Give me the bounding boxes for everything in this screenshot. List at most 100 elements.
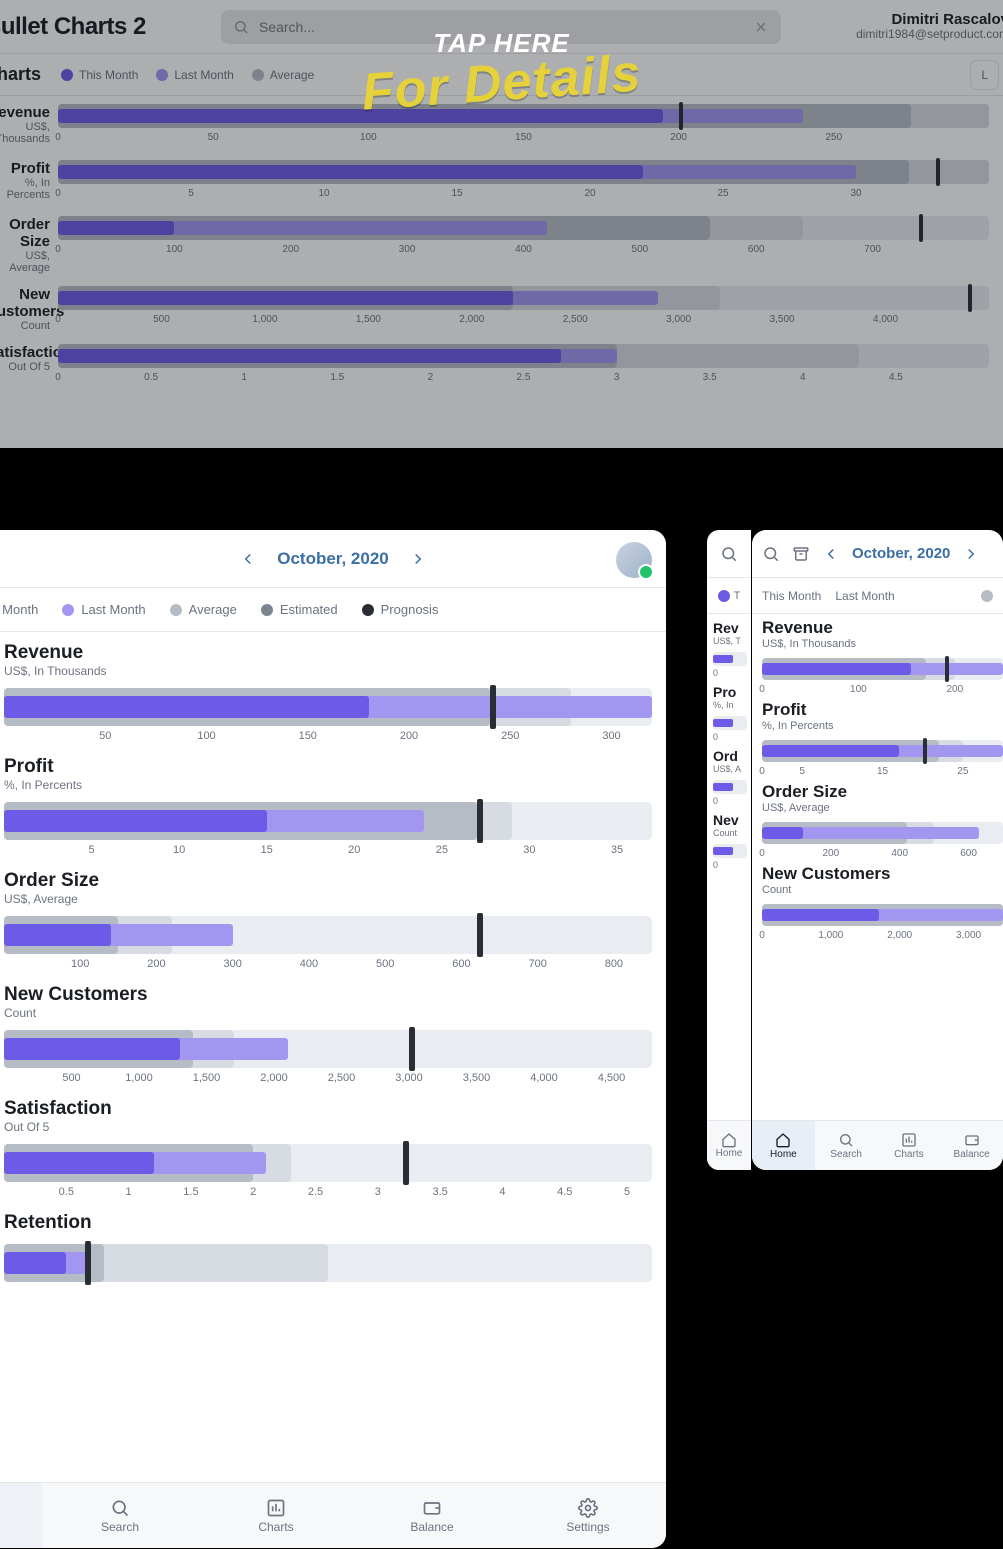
dot-icon: [981, 590, 993, 602]
archive-icon[interactable]: [792, 545, 810, 563]
metric-label: Profit: [762, 700, 1003, 720]
axis-ticks: 05001,0001,5002,0002,5003,0003,5004,000: [58, 314, 989, 330]
search-icon: [110, 1498, 130, 1518]
metric-label: RevenueUS$, Thousands: [0, 104, 58, 145]
bullet-track[interactable]: [4, 1144, 652, 1182]
tab-charts[interactable]: Charts: [198, 1483, 354, 1548]
tab-search[interactable]: Search: [42, 1483, 198, 1548]
search-icon: [233, 19, 249, 35]
bullet-track[interactable]: [4, 802, 652, 840]
dot-icon: [61, 69, 73, 81]
metric-label: SatisfactionOut Of 5: [0, 1098, 652, 1134]
search-field[interactable]: [221, 10, 781, 44]
legend-last-month: Last Month: [835, 589, 894, 603]
bullet-track[interactable]: [4, 1244, 652, 1282]
dot-icon: [156, 69, 168, 81]
axis-ticks: 5001,0001,5002,0002,5003,0003,5004,0004,…: [4, 1072, 652, 1092]
tab-charts[interactable]: Charts: [878, 1121, 941, 1170]
tab-search[interactable]: Search: [815, 1121, 878, 1170]
bullet-track[interactable]: [762, 822, 1003, 844]
metric-label: SatisfactionOut Of 5: [0, 344, 58, 373]
axis-ticks: 051015202530: [58, 188, 989, 204]
bullet-track[interactable]: [762, 658, 1003, 680]
axis-ticks: 0100200: [762, 684, 1003, 700]
bullet-track[interactable]: [4, 1030, 652, 1068]
bullet-row: Order SizeUS$, Average 01002003004005006…: [0, 208, 1003, 278]
dot-icon: [362, 604, 374, 616]
metric-label: Revenue: [762, 618, 1003, 638]
gear-icon: [578, 1498, 598, 1518]
search-icon[interactable]: [762, 545, 780, 563]
tab-settings[interactable]: Settings: [510, 1483, 666, 1548]
tab-home[interactable]: Home: [752, 1121, 815, 1170]
wallet-icon: [964, 1132, 980, 1148]
metric-label: Profit%, In Percents: [0, 756, 652, 792]
bullet-row: RevenueUS$, In Thousands 501001502002503…: [0, 642, 652, 750]
bullet-track[interactable]: [58, 344, 989, 368]
axis-ticks: 50100150200250300: [4, 730, 652, 750]
axis-ticks: 051525: [762, 766, 1003, 782]
dot-icon: [718, 590, 730, 602]
axis-ticks: 5101520253035: [4, 844, 652, 864]
bullet-track[interactable]: [58, 286, 989, 310]
phone-tabbar: Home Search Charts Balance: [752, 1120, 1003, 1170]
avatar[interactable]: [616, 542, 652, 578]
desktop-panel: Bullet Charts 2 Dimitri Rascalov dimitri…: [0, 0, 1003, 448]
bullet-track: [713, 844, 747, 858]
phone-behind-legend: T: [707, 578, 751, 614]
bullet-row: Order SizeUS$, Average 0200400600: [762, 782, 1003, 864]
bullet-row: Profit%, In Percents 5101520253035: [0, 756, 652, 864]
bullet-track[interactable]: [4, 688, 652, 726]
bullet-track: [713, 652, 747, 666]
chevron-left-icon[interactable]: [239, 550, 257, 568]
phone-legend: This Month Last Month: [752, 578, 1003, 614]
tablet-tabbar: Search Charts Balance Settings: [0, 1482, 666, 1548]
desktop-legend: This Month Last Month Average: [61, 68, 314, 82]
date-label[interactable]: October, 2020: [277, 549, 389, 569]
user-identity[interactable]: Dimitri Rascalov dimitri1984@setproduct.…: [856, 11, 1003, 42]
bullet-row: RevenueUS$, Thousands 050100150200250: [0, 96, 1003, 152]
metric-label: New CustomersCount: [0, 984, 652, 1020]
phone-panel: October, 2020 This Month Last Month Reve…: [752, 530, 1003, 1170]
chevron-right-icon[interactable]: [962, 545, 980, 563]
bullet-row: New CustomersCount 01,0002,0003,000: [762, 864, 1003, 946]
legend-estimated: Estimated: [261, 602, 338, 617]
chevron-left-icon[interactable]: [822, 545, 840, 563]
home-icon[interactable]: [721, 1132, 737, 1148]
tab-balance[interactable]: Balance: [940, 1121, 1003, 1170]
clear-icon[interactable]: [753, 19, 769, 35]
axis-ticks: 100200300400500600700800: [4, 958, 652, 978]
bullet-track[interactable]: [58, 216, 989, 240]
tablet-panel: October, 2020 This Month Last Month Aver…: [0, 530, 666, 1548]
date-label[interactable]: October, 2020: [852, 545, 950, 562]
bullet-track[interactable]: [762, 904, 1003, 926]
search-icon[interactable]: [720, 545, 738, 563]
search-input[interactable]: [257, 18, 745, 36]
dot-icon: [261, 604, 273, 616]
legend-this-month: This Month: [61, 68, 138, 82]
chevron-right-icon[interactable]: [409, 550, 427, 568]
legend-average: Average: [170, 602, 237, 617]
legend-last-month: Last Month: [156, 68, 233, 82]
bullet-row: NevCount 0: [707, 806, 751, 870]
axis-ticks: 0: [713, 732, 747, 742]
tab-balance[interactable]: Balance: [354, 1483, 510, 1548]
phone-behind-header: [707, 530, 751, 578]
last-updated-button[interactable]: L: [970, 60, 999, 90]
bullet-track[interactable]: [762, 740, 1003, 762]
tab-home[interactable]: [0, 1483, 42, 1548]
user-email: dimitri1984@setproduct.com: [856, 28, 1003, 42]
axis-ticks: 0.511.522.533.544.55: [4, 1186, 652, 1206]
bullet-track[interactable]: [4, 916, 652, 954]
metric-label: Order SizeUS$, Average: [0, 870, 652, 906]
bullet-track: [713, 780, 747, 794]
bullet-track[interactable]: [58, 104, 989, 128]
legend-this-month-cut: This Month: [0, 602, 38, 617]
bullet-row: Profit%, In Percents 051525: [762, 700, 1003, 782]
bullet-row: Profit%, In Percents 051015202530: [0, 152, 1003, 208]
axis-ticks: 0: [713, 668, 747, 678]
axis-ticks: 050100150200250: [58, 132, 989, 148]
bullet-track[interactable]: [58, 160, 989, 184]
bullet-row: OrdUS$, A 0: [707, 742, 751, 806]
axis-ticks: 0: [713, 796, 747, 806]
